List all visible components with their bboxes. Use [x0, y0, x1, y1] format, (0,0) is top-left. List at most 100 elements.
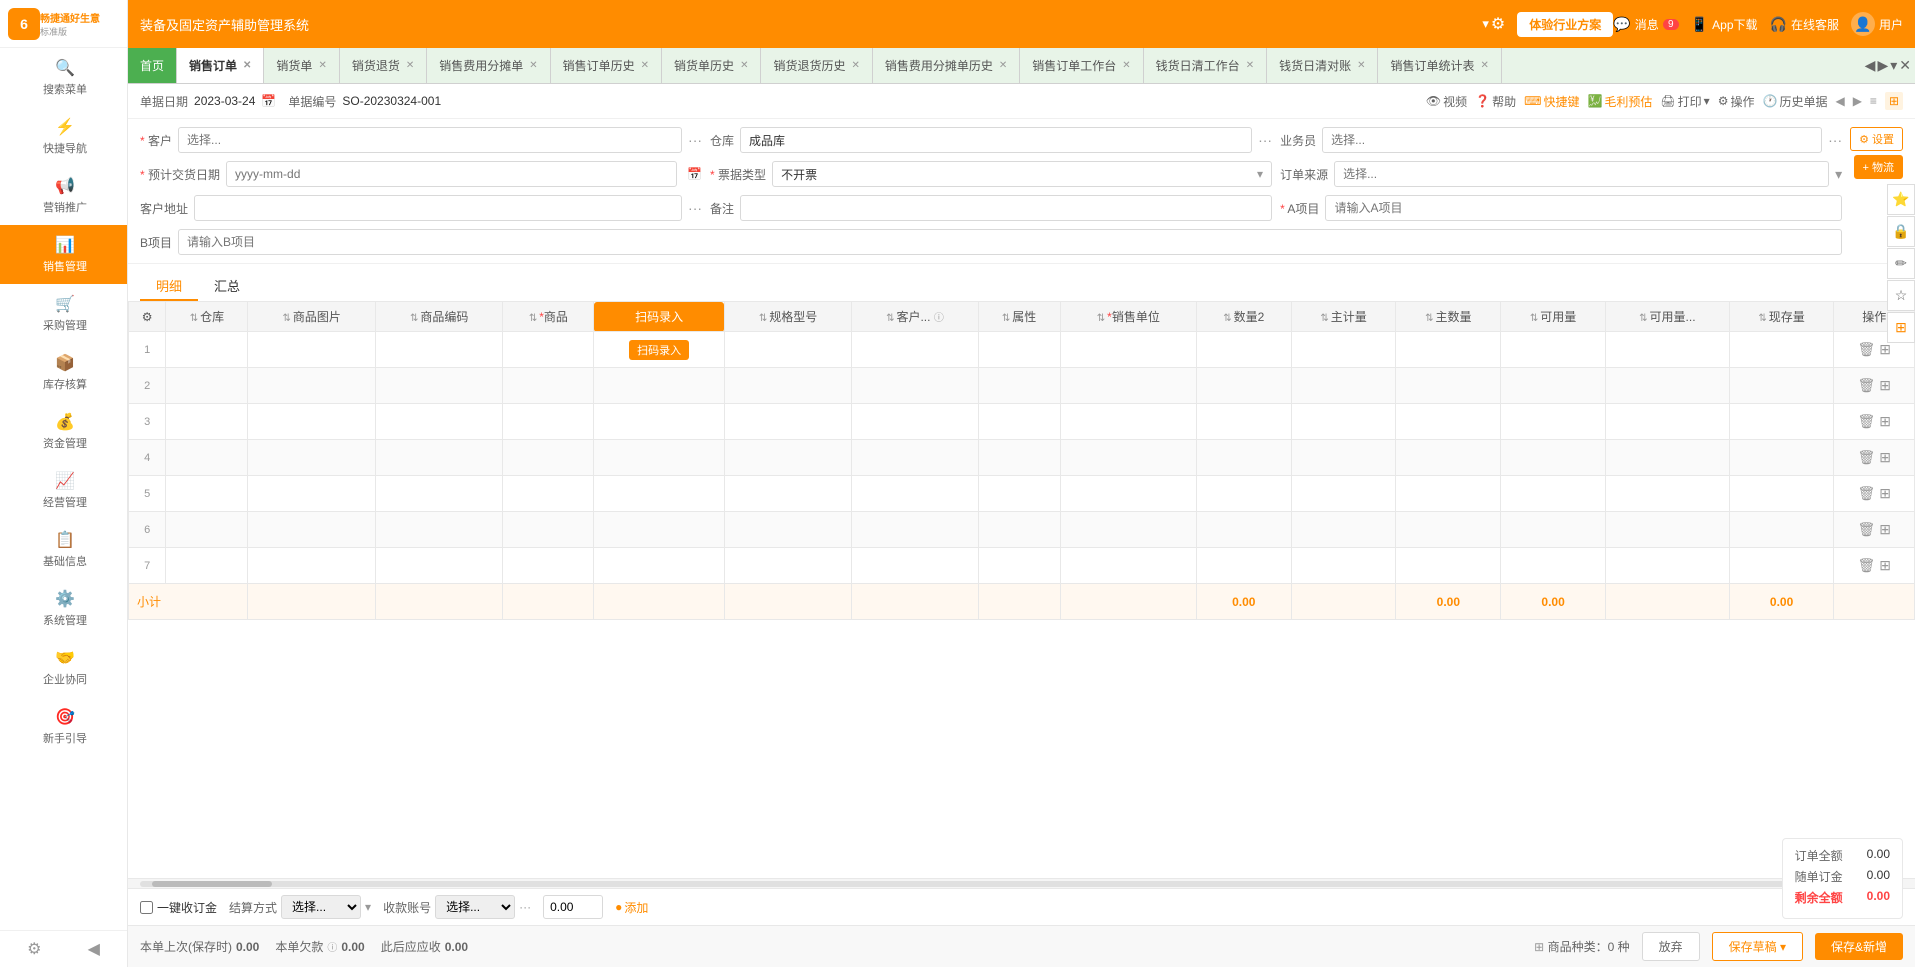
delete-icon-4[interactable]: 🗑 [1857, 449, 1875, 466]
row1-main-qty[interactable] [1396, 332, 1501, 368]
row7-available[interactable] [1501, 548, 1606, 584]
tab-close-sales-order-history[interactable]: ✕ [641, 60, 649, 71]
row7-main-unit[interactable] [1291, 548, 1396, 584]
sidebar-item-purchase[interactable]: 🛒 采购管理 [0, 284, 127, 343]
row2-spec[interactable] [724, 368, 851, 404]
row7-main-qty[interactable] [1396, 548, 1501, 584]
one-click-checkbox[interactable]: 一键收订金 [140, 899, 217, 916]
row7-product[interactable] [503, 548, 594, 584]
tab-home[interactable]: 首页 [128, 48, 177, 84]
row5-attributes[interactable] [978, 476, 1060, 512]
row1-customer-field[interactable] [852, 332, 978, 368]
row3-product[interactable] [503, 404, 594, 440]
receipt-account-select[interactable]: 选择... [435, 895, 515, 919]
row6-product-code[interactable] [375, 512, 502, 548]
row3-qty2[interactable] [1196, 404, 1291, 440]
tab-close-sales-order[interactable]: ✕ [243, 60, 251, 71]
view-btn[interactable]: 👁 视频 [1426, 93, 1467, 110]
order-source-dropdown-icon[interactable]: ▾ [1835, 166, 1842, 183]
payment-more-icon[interactable]: ▾ [365, 900, 371, 914]
row1-attributes[interactable] [978, 332, 1060, 368]
operation-btn[interactable]: ⚙ 操作 [1718, 93, 1755, 110]
row1-main-unit[interactable] [1291, 332, 1396, 368]
settings-btn[interactable]: ⚙ 设置 [1850, 127, 1903, 151]
row1-product[interactable] [503, 332, 594, 368]
row4-product-image[interactable] [248, 440, 375, 476]
row7-product-image[interactable] [248, 548, 375, 584]
row4-available[interactable] [1501, 440, 1606, 476]
salesman-more-icon[interactable]: ··· [1828, 132, 1842, 148]
discard-btn[interactable]: 放弃 [1642, 932, 1700, 961]
row5-qty2[interactable] [1196, 476, 1291, 512]
row3-product-image[interactable] [248, 404, 375, 440]
order-source-input[interactable] [1334, 161, 1829, 187]
row2-warehouse[interactable] [166, 368, 248, 404]
row5-stock[interactable] [1729, 476, 1834, 512]
prev-record-icon[interactable]: ◀ [1835, 94, 1844, 108]
print-dropdown-icon[interactable]: ▾ [1704, 94, 1710, 108]
row6-stock[interactable] [1729, 512, 1834, 548]
tab-sales-return[interactable]: 销货退货 ✕ [340, 48, 427, 84]
salesman-input[interactable] [1322, 127, 1822, 153]
row3-customer-field[interactable] [852, 404, 978, 440]
row6-qty2[interactable] [1196, 512, 1291, 548]
tab-close-sales-expense-split[interactable]: ✕ [529, 60, 537, 71]
row2-product[interactable] [503, 368, 594, 404]
row4-product-code[interactable] [375, 440, 502, 476]
b-project-input[interactable] [178, 229, 1842, 255]
right-btn-4[interactable]: ☆ [1887, 280, 1915, 311]
address-more-icon[interactable]: ··· [688, 200, 702, 216]
gear-settings-icon[interactable]: ⚙ [1491, 14, 1505, 34]
row3-available[interactable] [1501, 404, 1606, 440]
row2-customer-field[interactable] [852, 368, 978, 404]
profit-btn[interactable]: 💹 毛利预估 [1587, 93, 1652, 110]
row4-customer-field[interactable] [852, 440, 978, 476]
app-download-btn[interactable]: 📱 App下载 [1691, 16, 1758, 33]
row3-available2[interactable] [1606, 404, 1730, 440]
tab-sales-invoice-history[interactable]: 销货单历史 ✕ [662, 48, 761, 84]
right-btn-3[interactable]: ✏ [1887, 248, 1915, 279]
list-view-icon[interactable]: ≡ [1870, 94, 1877, 108]
row1-qty2[interactable] [1196, 332, 1291, 368]
tab-close-sales-order-workbench[interactable]: ✕ [1122, 60, 1130, 71]
row2-stock[interactable] [1729, 368, 1834, 404]
row3-spec[interactable] [724, 404, 851, 440]
industry-btn[interactable]: 体验行业方案 [1517, 12, 1613, 37]
row7-available2[interactable] [1606, 548, 1730, 584]
row3-main-unit[interactable] [1291, 404, 1396, 440]
tab-summary[interactable]: 汇总 [198, 272, 256, 301]
add-payment-btn[interactable]: ● 添加 [615, 899, 648, 916]
tab-sales-order-workbench[interactable]: 销售订单工作台 ✕ [1020, 48, 1143, 84]
right-btn-5[interactable]: ⊞ [1887, 312, 1915, 343]
tab-close-all-icon[interactable]: ✕ [1899, 57, 1911, 74]
save-draft-btn[interactable]: 保存草稿 ▾ [1712, 932, 1803, 961]
tab-cash-daily[interactable]: 钱货日清工作台 ✕ [1144, 48, 1267, 84]
tab-sales-order-history[interactable]: 销售订单历史 ✕ [551, 48, 662, 84]
collapse-icon[interactable]: ◀ [88, 939, 100, 959]
row5-sales-unit[interactable] [1060, 476, 1196, 512]
row3-product-code[interactable] [375, 404, 502, 440]
row2-attributes[interactable] [978, 368, 1060, 404]
table-scrollbar[interactable] [128, 878, 1915, 888]
sidebar-item-marketing[interactable]: 📢 营销推广 [0, 166, 127, 225]
tab-prev-icon[interactable]: ◀ [1865, 57, 1876, 74]
row4-main-unit[interactable] [1291, 440, 1396, 476]
delivery-date-input[interactable] [226, 161, 677, 187]
row2-available2[interactable] [1606, 368, 1730, 404]
copy-icon-4[interactable]: ⊞ [1879, 449, 1891, 466]
invoice-type-select[interactable]: 不开票 ▾ [772, 161, 1272, 187]
row7-attributes[interactable] [978, 548, 1060, 584]
row4-spec[interactable] [724, 440, 851, 476]
sidebar-item-finance[interactable]: 💰 资金管理 [0, 402, 127, 461]
tab-close-sales-return[interactable]: ✕ [406, 60, 414, 71]
row5-warehouse[interactable] [166, 476, 248, 512]
row1-product-image[interactable] [248, 332, 375, 368]
tab-next-icon[interactable]: ▶ [1877, 57, 1888, 74]
calendar2-icon[interactable]: 📅 [687, 167, 702, 181]
tab-close-sales-stats[interactable]: ✕ [1481, 60, 1489, 71]
copy-icon-2[interactable]: ⊞ [1879, 377, 1891, 394]
delete-icon-7[interactable]: 🗑 [1857, 557, 1875, 574]
row5-main-unit[interactable] [1291, 476, 1396, 512]
tab-sales-expense-split[interactable]: 销售费用分摊单 ✕ [427, 48, 550, 84]
tab-sales-return-history[interactable]: 销货退货历史 ✕ [761, 48, 872, 84]
